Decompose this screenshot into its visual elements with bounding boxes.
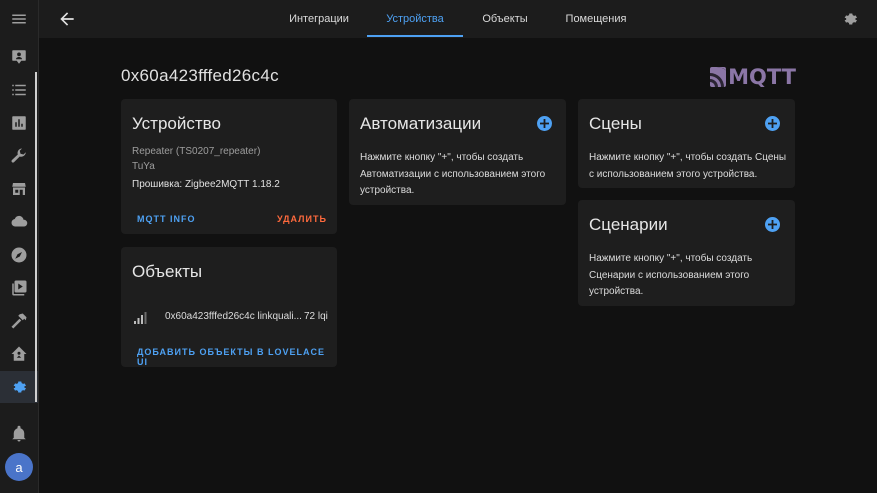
top-app-bar: Интеграции Устройства Объекты Помещения bbox=[39, 0, 877, 38]
scripts-card-title: Сценарии bbox=[589, 215, 668, 234]
sidebar-item-settings[interactable] bbox=[0, 371, 38, 403]
add-scene-button[interactable] bbox=[765, 116, 780, 131]
hammer-icon bbox=[11, 313, 27, 329]
tab-entities[interactable]: Объекты bbox=[469, 0, 541, 38]
store-icon bbox=[12, 183, 26, 195]
sidebar-scrollbar[interactable] bbox=[35, 72, 37, 402]
add-to-lovelace-button[interactable]: ДОБАВИТЬ ОБЪЕКТЫ В LOVELACE UI bbox=[137, 347, 337, 367]
automations-card: Автоматизации Нажмите кнопку "+", чтобы … bbox=[349, 99, 566, 205]
wrench-icon bbox=[11, 148, 26, 163]
sidebar-item-explore[interactable] bbox=[0, 239, 38, 271]
sidebar-item-overview[interactable] bbox=[0, 41, 38, 73]
menu-icon[interactable] bbox=[0, 3, 38, 35]
scenes-card-title: Сцены bbox=[589, 114, 642, 133]
device-manufacturer: TuYa bbox=[132, 161, 155, 172]
scenes-card-text: Нажмите кнопку "+", чтобы создать Сцены … bbox=[589, 152, 787, 180]
sidebar: a bbox=[0, 0, 39, 493]
mqtt-info-button[interactable]: MQTT INFO bbox=[137, 214, 196, 224]
bell-icon bbox=[12, 425, 26, 442]
device-card-title: Устройство bbox=[132, 114, 221, 133]
scripts-card: Сценарии Нажмите кнопку "+", чтобы созда… bbox=[578, 200, 795, 306]
cog-icon bbox=[13, 381, 27, 393]
chart-box-icon bbox=[12, 116, 26, 130]
plus-icon bbox=[768, 220, 777, 229]
entities-card: Объекты 0x60a423fffed26c4c linkquali... … bbox=[121, 247, 337, 367]
play-box-icon bbox=[12, 280, 27, 296]
add-automation-button[interactable] bbox=[537, 116, 552, 131]
avatar-letter: a bbox=[15, 459, 23, 475]
avatar[interactable]: a bbox=[5, 453, 33, 481]
entities-card-title: Объекты bbox=[132, 262, 203, 281]
mqtt-logo-text: MQTT bbox=[728, 65, 796, 89]
page-title: 0x60a423fffed26c4c bbox=[121, 66, 279, 85]
active-tab-indicator bbox=[367, 35, 463, 37]
scenes-card: Сцены Нажмите кнопку "+", чтобы создать … bbox=[578, 99, 795, 188]
cloud-icon bbox=[11, 215, 28, 227]
scripts-card-text: Нажмите кнопку "+", чтобы создать Сценар… bbox=[589, 253, 753, 297]
sidebar-item-media[interactable] bbox=[0, 272, 38, 304]
automations-card-text: Нажмите кнопку "+", чтобы создать Автома… bbox=[360, 152, 546, 196]
device-info-card: Устройство Repeater (TS0207_repeater) Tu… bbox=[121, 99, 337, 234]
sidebar-item-notifications[interactable] bbox=[0, 418, 38, 450]
delete-button[interactable]: УДАЛИТЬ bbox=[277, 214, 327, 224]
list-icon bbox=[12, 84, 26, 96]
tab-integrations[interactable]: Интеграции bbox=[275, 0, 363, 38]
mqtt-logo-icon bbox=[710, 67, 727, 87]
sidebar-item-home-assistant[interactable] bbox=[0, 338, 38, 370]
mqtt-logo: MQTT bbox=[710, 65, 796, 89]
settings-gear-icon[interactable] bbox=[841, 10, 859, 28]
plus-icon bbox=[540, 119, 549, 128]
sidebar-item-developer-tools[interactable] bbox=[0, 140, 38, 172]
sidebar-item-cloud[interactable] bbox=[0, 206, 38, 238]
back-arrow-icon[interactable] bbox=[57, 9, 77, 29]
sidebar-item-logbook[interactable] bbox=[0, 74, 38, 106]
dashboard-icon bbox=[12, 50, 26, 64]
signal-icon bbox=[134, 311, 147, 324]
entity-row-value: 72 lqi bbox=[304, 311, 328, 322]
tab-devices[interactable]: Устройства bbox=[367, 0, 463, 38]
sidebar-item-history[interactable] bbox=[0, 107, 38, 139]
device-firmware: Прошивка: Zigbee2MQTT 1.18.2 bbox=[132, 179, 280, 190]
entity-row-name[interactable]: 0x60a423fffed26c4c linkquali... bbox=[165, 309, 302, 326]
device-model: Repeater (TS0207_repeater) bbox=[132, 146, 261, 157]
plus-icon bbox=[768, 119, 777, 128]
sidebar-item-tools[interactable] bbox=[0, 305, 38, 337]
automations-card-title: Автоматизации bbox=[360, 114, 482, 133]
sidebar-item-hacs[interactable] bbox=[0, 173, 38, 205]
home-assistant-icon bbox=[11, 346, 27, 361]
tab-areas[interactable]: Помещения bbox=[553, 0, 639, 38]
add-script-button[interactable] bbox=[765, 217, 780, 232]
compass-icon bbox=[11, 247, 27, 263]
